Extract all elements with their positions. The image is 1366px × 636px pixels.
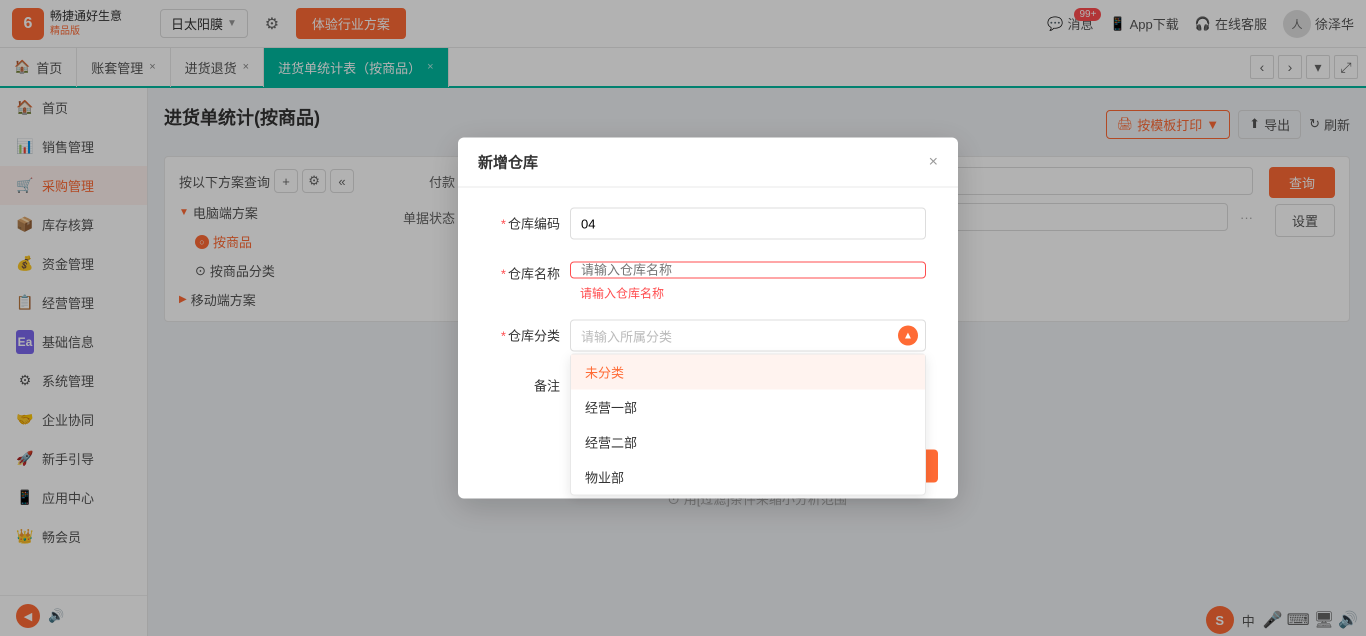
- category-label: *仓库分类: [490, 320, 570, 345]
- modal-header: 新增仓库 ×: [458, 138, 958, 188]
- dropdown-item-2[interactable]: 经营二部: [571, 425, 925, 460]
- name-input-wrap: [570, 262, 926, 279]
- name-input[interactable]: [570, 262, 926, 279]
- dropdown-item-1[interactable]: 经营一部: [571, 390, 925, 425]
- new-warehouse-modal: 新增仓库 × *仓库编码 *仓库名称 请输入仓库名称: [458, 138, 958, 499]
- dropdown-item-3[interactable]: 物业部: [571, 460, 925, 495]
- name-error-message: 请输入仓库名称: [580, 285, 926, 302]
- form-row-category: *仓库分类 请输入所属分类 ▲ 未分类 经营一部 经营二部 物业部: [490, 320, 926, 352]
- category-dropdown-list: 未分类 经营一部 经营二部 物业部: [570, 354, 926, 496]
- dropdown-item-0[interactable]: 未分类: [571, 355, 925, 390]
- note-label: 备注: [490, 370, 570, 395]
- form-row-code: *仓库编码: [490, 208, 926, 240]
- code-input[interactable]: [570, 208, 926, 240]
- modal-body: *仓库编码 *仓库名称 请输入仓库名称 *仓库分类: [458, 188, 958, 440]
- modal-title: 新增仓库: [478, 152, 538, 173]
- modal-close-button[interactable]: ×: [929, 153, 938, 171]
- category-dropdown-wrap: 请输入所属分类 ▲ 未分类 经营一部 经营二部 物业部: [570, 320, 926, 352]
- code-label: *仓库编码: [490, 208, 570, 233]
- name-label: *仓库名称: [490, 258, 570, 283]
- form-row-name: *仓库名称 请输入仓库名称: [490, 258, 926, 302]
- dropdown-arrow-icon[interactable]: ▲: [898, 326, 918, 346]
- category-dropdown-toggle[interactable]: 请输入所属分类: [570, 320, 926, 352]
